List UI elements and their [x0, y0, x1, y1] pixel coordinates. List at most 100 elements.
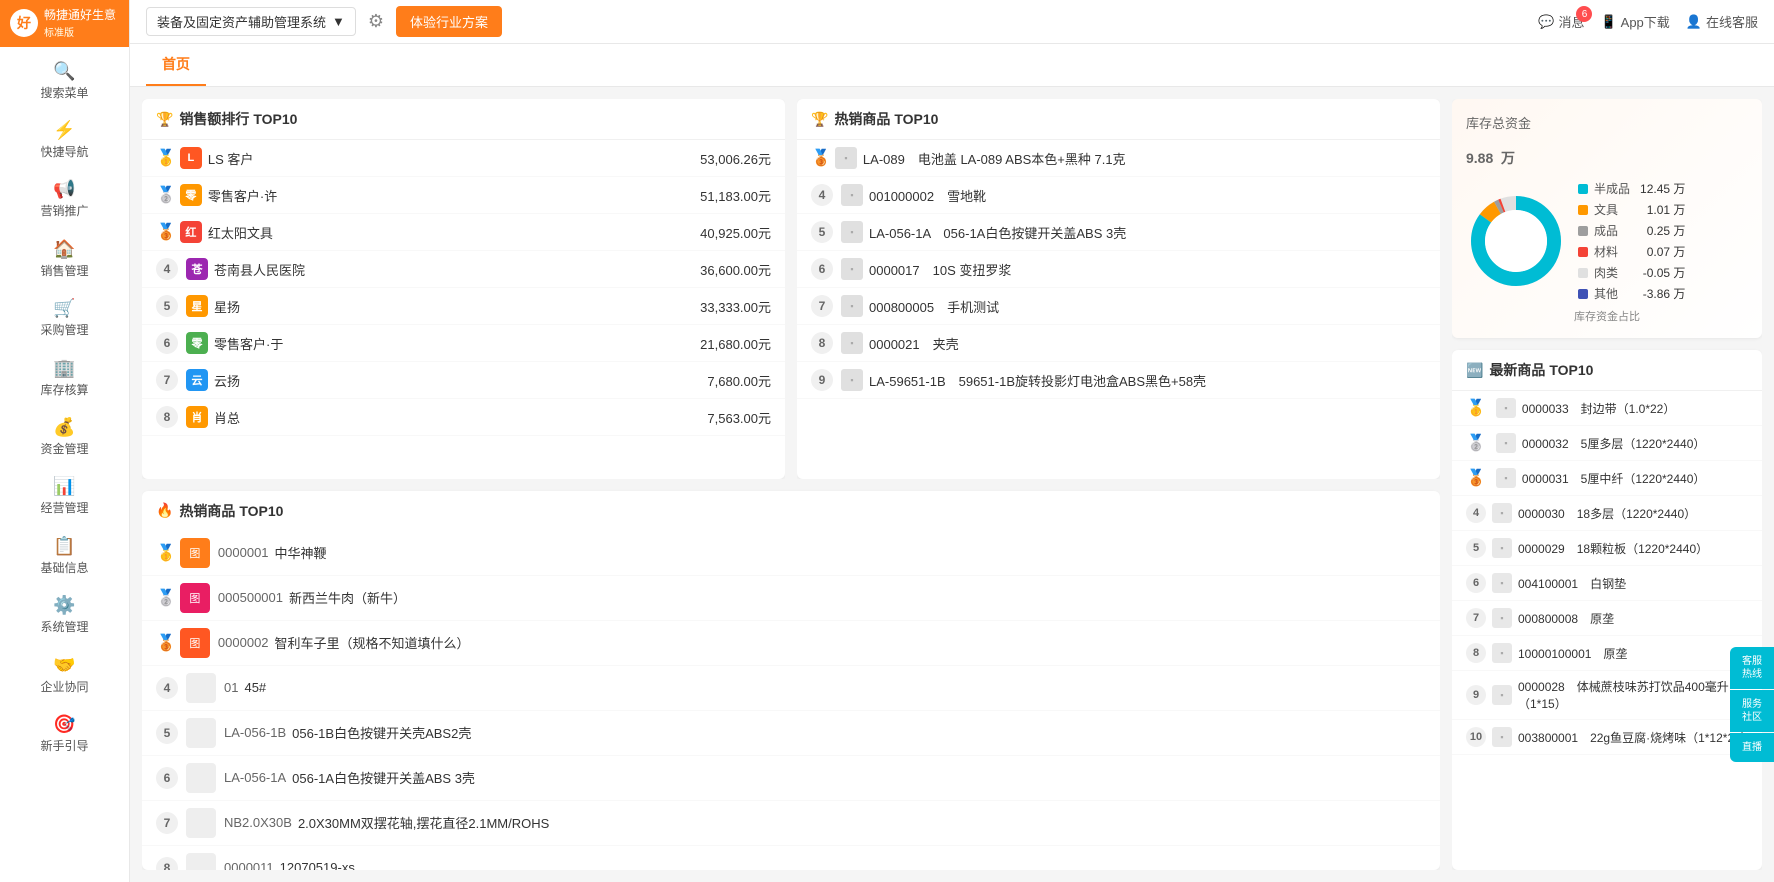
purchase-icon: 🛒 — [53, 298, 75, 319]
product-code: 000500001 — [218, 590, 283, 605]
silver-medal: 🥈 — [156, 588, 176, 608]
legend-dot-other — [1578, 289, 1588, 299]
product-info: LA-089 电池盖 LA-089 ABS本色+黑种 7.1克 — [863, 149, 1426, 168]
product-icon: ▪ — [835, 147, 857, 169]
sidebar-item-label-operations: 经营管理 — [40, 501, 88, 515]
logo-badge: 标准版 — [44, 24, 116, 39]
legend-val-finished: 0.25 万 — [1647, 222, 1686, 239]
sidebar-item-search[interactable]: 🔍 搜索菜单 — [0, 51, 129, 110]
table-row: 5 ▪ LA-056-1A 056-1A白色按键开关盖ABS 3壳 — [797, 214, 1440, 251]
legend-val-material: 0.07 万 — [1647, 243, 1686, 260]
message-action[interactable]: 💬 消息 6 — [1538, 12, 1584, 31]
customer-service-button[interactable]: 客服热线 — [1730, 647, 1774, 689]
sidebar-item-purchase[interactable]: 🛒 采购管理 — [0, 288, 129, 347]
rank-number: 8 — [156, 406, 178, 428]
rank-number: 7 — [1466, 608, 1486, 628]
avatar: 苍 — [186, 258, 208, 280]
product-info: 0000031 5厘中纤（1220*2440） — [1522, 470, 1748, 487]
rank-number: 7 — [156, 369, 178, 391]
system-selector[interactable]: 装备及固定资产辅助管理系统 ▼ — [146, 7, 356, 36]
avatar: 云 — [186, 369, 208, 391]
operations-icon: 📊 — [53, 476, 75, 497]
legend-dot-semifinished — [1578, 184, 1588, 194]
list-item: 7 NB2.0X30B 2.0X30MM双摆花轴,摆花直径2.1MM/ROHS — [142, 801, 1440, 846]
sidebar-item-sales[interactable]: 🏠 销售管理 — [0, 229, 129, 288]
rank-number: 4 — [811, 184, 833, 206]
inventory-amount: 9.88 万 — [1466, 138, 1748, 170]
table-row: 7 ▪ 000800005 手机测试 — [797, 288, 1440, 325]
topbar-actions: 💬 消息 6 📱 App下载 👤 在线客服 — [1538, 12, 1758, 31]
rank-name: 苍南县人民医院 — [214, 260, 700, 279]
list-item: 4 01 45# — [142, 666, 1440, 711]
app-download-label: App下载 — [1621, 12, 1670, 31]
gold-medal: 🥇 — [1466, 398, 1486, 418]
bronze-medal-icon: 🥉 — [156, 222, 176, 242]
list-item: 5 ▪ 0000029 18颗粒板（1220*2440） — [1452, 531, 1762, 566]
rank-name: 星扬 — [214, 297, 700, 316]
sidebar-item-basicinfo[interactable]: 📋 基础信息 — [0, 526, 129, 585]
list-item: 🥈 ▪ 0000032 5厘多层（1220*2440） — [1452, 426, 1762, 461]
silver-medal-icon: 🥈 — [156, 185, 176, 205]
sidebar-item-inventory[interactable]: 🏢 库存核算 — [0, 348, 129, 407]
product-icon: ▪ — [841, 295, 863, 317]
rank-number: 7 — [811, 295, 833, 317]
sidebar-item-guide[interactable]: 🎯 新手引导 — [0, 704, 129, 763]
sidebar-item-marketing[interactable]: 📢 营销推广 — [0, 169, 129, 228]
sidebar-item-finance[interactable]: 💰 资金管理 — [0, 407, 129, 466]
hot-products-header: 🔥 热销商品 TOP10 — [142, 491, 1440, 531]
inventory-subtitle: 库存资金占比 — [1466, 308, 1748, 324]
hot-icon: 🔥 — [156, 502, 173, 519]
avatar: L — [180, 147, 202, 169]
gold-medal-icon: 🥇 — [156, 148, 176, 168]
sidebar-item-system[interactable]: ⚙️ 系统管理 — [0, 585, 129, 644]
dropdown-icon: ▼ — [332, 14, 345, 29]
product-info: LA-59651-1B 59651-1B旋转投影灯电池盒ABS黑色+58壳 — [869, 371, 1426, 390]
settings-button[interactable]: ⚙ — [368, 11, 384, 32]
product-name: 智利车子里（规格不知道填什么） — [275, 633, 1426, 652]
table-row: 8 ▪ 0000021 夹壳 — [797, 325, 1440, 362]
list-item: 8 0000011 12070519-xs — [142, 846, 1440, 871]
online-service-action[interactable]: 👤 在线客服 — [1686, 12, 1758, 31]
legend-label-other: 其他 — [1594, 285, 1633, 302]
table-row: 6 零 零售客户·于 21,680.00元 — [142, 325, 785, 362]
product-icon: ▪ — [1492, 643, 1512, 663]
list-item: 9 ▪ 0000028 体械蔗枝味苏打饮品400毫升（1*15） — [1452, 671, 1762, 720]
product-code: 01 — [224, 680, 238, 695]
legend-item: 材料 0.07 万 — [1578, 243, 1685, 260]
sales-icon: 🏠 — [53, 239, 75, 260]
product-info: 003800001 22g鱼豆腐·烧烤味（1*12*20） — [1518, 729, 1748, 746]
product-thumb — [186, 718, 216, 748]
product-icon: ▪ — [1496, 433, 1516, 453]
sidebar-item-quicknav[interactable]: ⚡ 快捷导航 — [0, 110, 129, 169]
gold-medal: 🥇 — [156, 543, 176, 563]
rank-name: 肖总 — [214, 408, 707, 427]
sidebar-item-operations[interactable]: 📊 经营管理 — [0, 466, 129, 525]
rank-number: 5 — [156, 295, 178, 317]
live-button[interactable]: 直播 — [1730, 733, 1774, 762]
rank-number: 5 — [1466, 538, 1486, 558]
latest-products-card: 🆕 最新商品 TOP10 🥇 ▪ 0000033 封边带（1.0*22） 🥈 ▪ — [1452, 350, 1762, 870]
list-item: 🥇 ▪ 0000033 封边带（1.0*22） — [1452, 391, 1762, 426]
product-code: 0000011 — [224, 860, 274, 870]
app-download-action[interactable]: 📱 App下载 — [1600, 12, 1669, 31]
tab-home[interactable]: 首页 — [146, 44, 206, 86]
product-thumb — [186, 853, 216, 871]
hot-products-title: 热销商品 TOP10 — [179, 501, 283, 521]
service-community-button[interactable]: 服务社区 — [1730, 690, 1774, 732]
rank-amount: 33,333.00元 — [700, 297, 771, 316]
avatar: 星 — [186, 295, 208, 317]
table-row: 4 ▪ 001000002 雪地靴 — [797, 177, 1440, 214]
legend-dot-material — [1578, 247, 1588, 257]
legend-item: 半成品 12.45 万 — [1578, 180, 1685, 197]
sidebar-item-label-system: 系统管理 — [40, 620, 88, 634]
sidebar-item-enterprise[interactable]: 🤝 企业协同 — [0, 645, 129, 704]
trial-button[interactable]: 体验行业方案 — [396, 6, 502, 37]
avatar: 零 — [180, 184, 202, 206]
product-thumb: 图 — [180, 583, 210, 613]
bronze-medal: 🥉 — [156, 633, 176, 653]
table-row: 4 苍 苍南县人民医院 36,600.00元 — [142, 251, 785, 288]
latest-header: 🆕 最新商品 TOP10 — [1452, 350, 1762, 391]
sidebar-item-label-marketing: 营销推广 — [40, 204, 88, 218]
tab-home-label: 首页 — [162, 56, 190, 72]
sidebar-item-label-enterprise: 企业协同 — [40, 680, 88, 694]
